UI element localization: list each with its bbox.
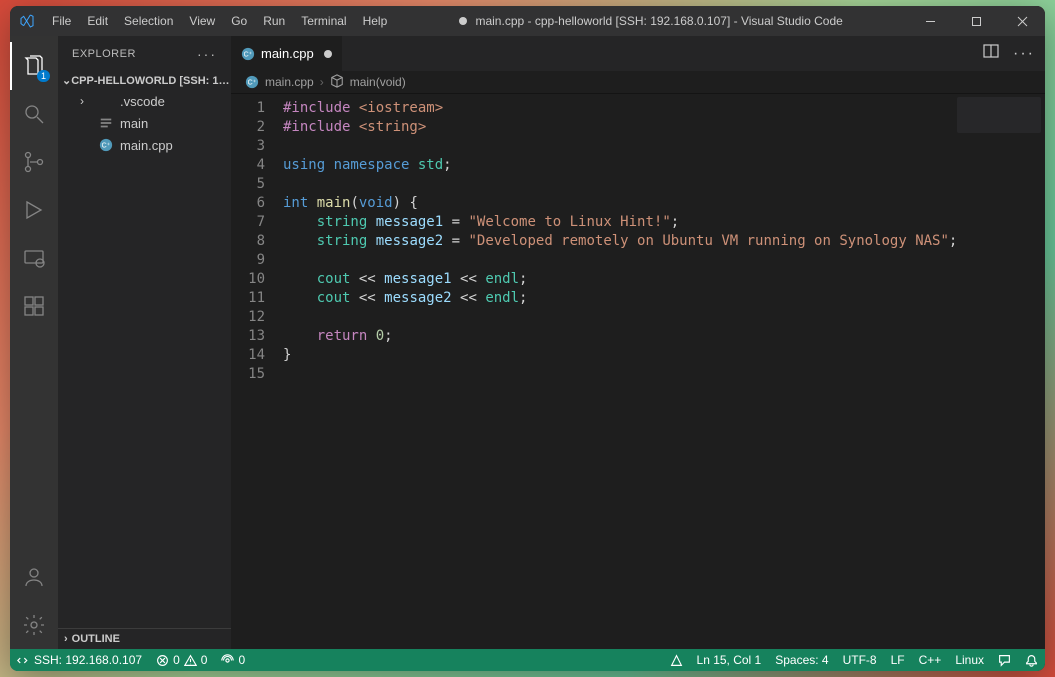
activity-remote-explorer[interactable] [10,234,58,282]
sidebar-explorer: EXPLORER ··· ⌄ CPP-HELLOWORLD [SSH: 1… ›… [58,36,231,649]
tree-item-label: main [120,116,148,131]
tree-item-main-cpp[interactable]: C⁺ main.cpp [64,134,231,156]
outline-label: OUTLINE [72,633,120,645]
cpp-file-icon: C⁺ [98,138,114,152]
editor-more-icon[interactable]: ··· [1013,45,1035,63]
menu-help[interactable]: Help [355,6,396,36]
window-title: main.cpp - cpp-helloworld [SSH: 192.168.… [395,14,907,28]
status-language[interactable]: C++ [912,649,949,671]
menu-selection[interactable]: Selection [116,6,181,36]
vscode-window: FileEditSelectionViewGoRunTerminalHelp m… [10,6,1045,671]
breadcrumb-file: main.cpp [265,75,314,89]
menu-edit[interactable]: Edit [79,6,116,36]
explorer-badge: 1 [37,70,50,82]
activity-extensions[interactable] [10,282,58,330]
chevron-right-icon: › [320,75,324,89]
editor-body[interactable]: 123456789101112131415 #include <iostream… [231,93,1045,649]
menu-bar: FileEditSelectionViewGoRunTerminalHelp [44,6,395,36]
svg-text:C⁺: C⁺ [244,51,253,58]
binary-file-icon [98,116,114,130]
cpp-file-icon: C⁺ [241,47,255,61]
code-content[interactable]: #include <iostream>#include <string>usin… [279,93,1045,649]
outline-section[interactable]: › OUTLINE [58,628,231,649]
sidebar-title-row: EXPLORER ··· [58,36,231,71]
minimap[interactable] [957,97,1041,133]
cpp-file-icon: C⁺ [245,75,259,89]
editor-tab-bar: C⁺ main.cpp ··· [231,36,1045,71]
sidebar-title: EXPLORER [72,48,136,60]
tree-item--vscode[interactable]: › .vscode [64,90,231,112]
chevron-right-icon: › [64,633,68,645]
status-eol[interactable]: LF [884,649,912,671]
breadcrumbs[interactable]: C⁺ main.cpp › main(void) [231,71,1045,93]
vscode-app-icon [10,13,44,29]
tree-item-label: .vscode [120,94,165,109]
activity-bar: 1 [10,36,58,649]
menu-go[interactable]: Go [223,6,255,36]
minimize-button[interactable] [907,6,953,36]
menu-file[interactable]: File [44,6,79,36]
menu-view[interactable]: View [181,6,223,36]
status-ports[interactable]: 0 [214,649,252,671]
activity-accounts[interactable] [10,553,58,601]
status-feedback-icon[interactable] [991,649,1018,671]
svg-text:C⁺: C⁺ [102,143,111,150]
tree-root-header[interactable]: ⌄ CPP-HELLOWORLD [SSH: 1… [58,71,231,90]
status-remote[interactable]: SSH: 192.168.0.107 [10,649,149,671]
menu-run[interactable]: Run [255,6,293,36]
dirty-indicator-icon [459,17,467,25]
activity-run-debug[interactable] [10,186,58,234]
status-ports-count: 0 [238,653,245,667]
tab-dirty-icon [324,50,332,58]
window-controls [907,6,1045,36]
tab-label: main.cpp [261,46,314,61]
status-cmake-icon[interactable] [663,649,690,671]
file-tree: › .vscode main C⁺ main.cpp [58,90,231,156]
sidebar-more-icon[interactable]: ··· [197,49,217,59]
tree-root-label: CPP-HELLOWORLD [SSH: 1… [71,75,229,87]
status-indentation[interactable]: Spaces: 4 [768,649,835,671]
status-bar: SSH: 192.168.0.107 0 0 0 Ln 15, Col 1 Sp… [10,649,1045,671]
status-encoding[interactable]: UTF-8 [836,649,884,671]
svg-text:C⁺: C⁺ [248,80,257,87]
chevron-down-icon: ⌄ [62,74,71,87]
status-notifications-icon[interactable] [1018,649,1045,671]
line-number-gutter: 123456789101112131415 [231,93,279,649]
status-remote-label: SSH: 192.168.0.107 [34,653,142,667]
split-editor-icon[interactable] [983,43,999,64]
editor-tab-main-cpp[interactable]: C⁺ main.cpp [231,36,343,71]
tree-item-main[interactable]: main [64,112,231,134]
symbol-method-icon [330,74,344,91]
menu-terminal[interactable]: Terminal [293,6,354,36]
status-errors-count: 0 [173,653,180,667]
breadcrumb-symbol: main(void) [350,75,406,89]
status-cursor[interactable]: Ln 15, Col 1 [690,649,769,671]
title-bar[interactable]: FileEditSelectionViewGoRunTerminalHelp m… [10,6,1045,36]
activity-explorer[interactable]: 1 [10,42,58,90]
status-problems[interactable]: 0 0 [149,649,214,671]
activity-settings[interactable] [10,601,58,649]
status-os[interactable]: Linux [948,649,991,671]
chevron-right-icon: › [80,94,92,108]
close-button[interactable] [999,6,1045,36]
activity-source-control[interactable] [10,138,58,186]
activity-search[interactable] [10,90,58,138]
editor-area: C⁺ main.cpp ··· C⁺ main.cpp › main(void)… [231,36,1045,649]
tree-item-label: main.cpp [120,138,173,153]
status-warnings-count: 0 [201,653,208,667]
maximize-button[interactable] [953,6,999,36]
